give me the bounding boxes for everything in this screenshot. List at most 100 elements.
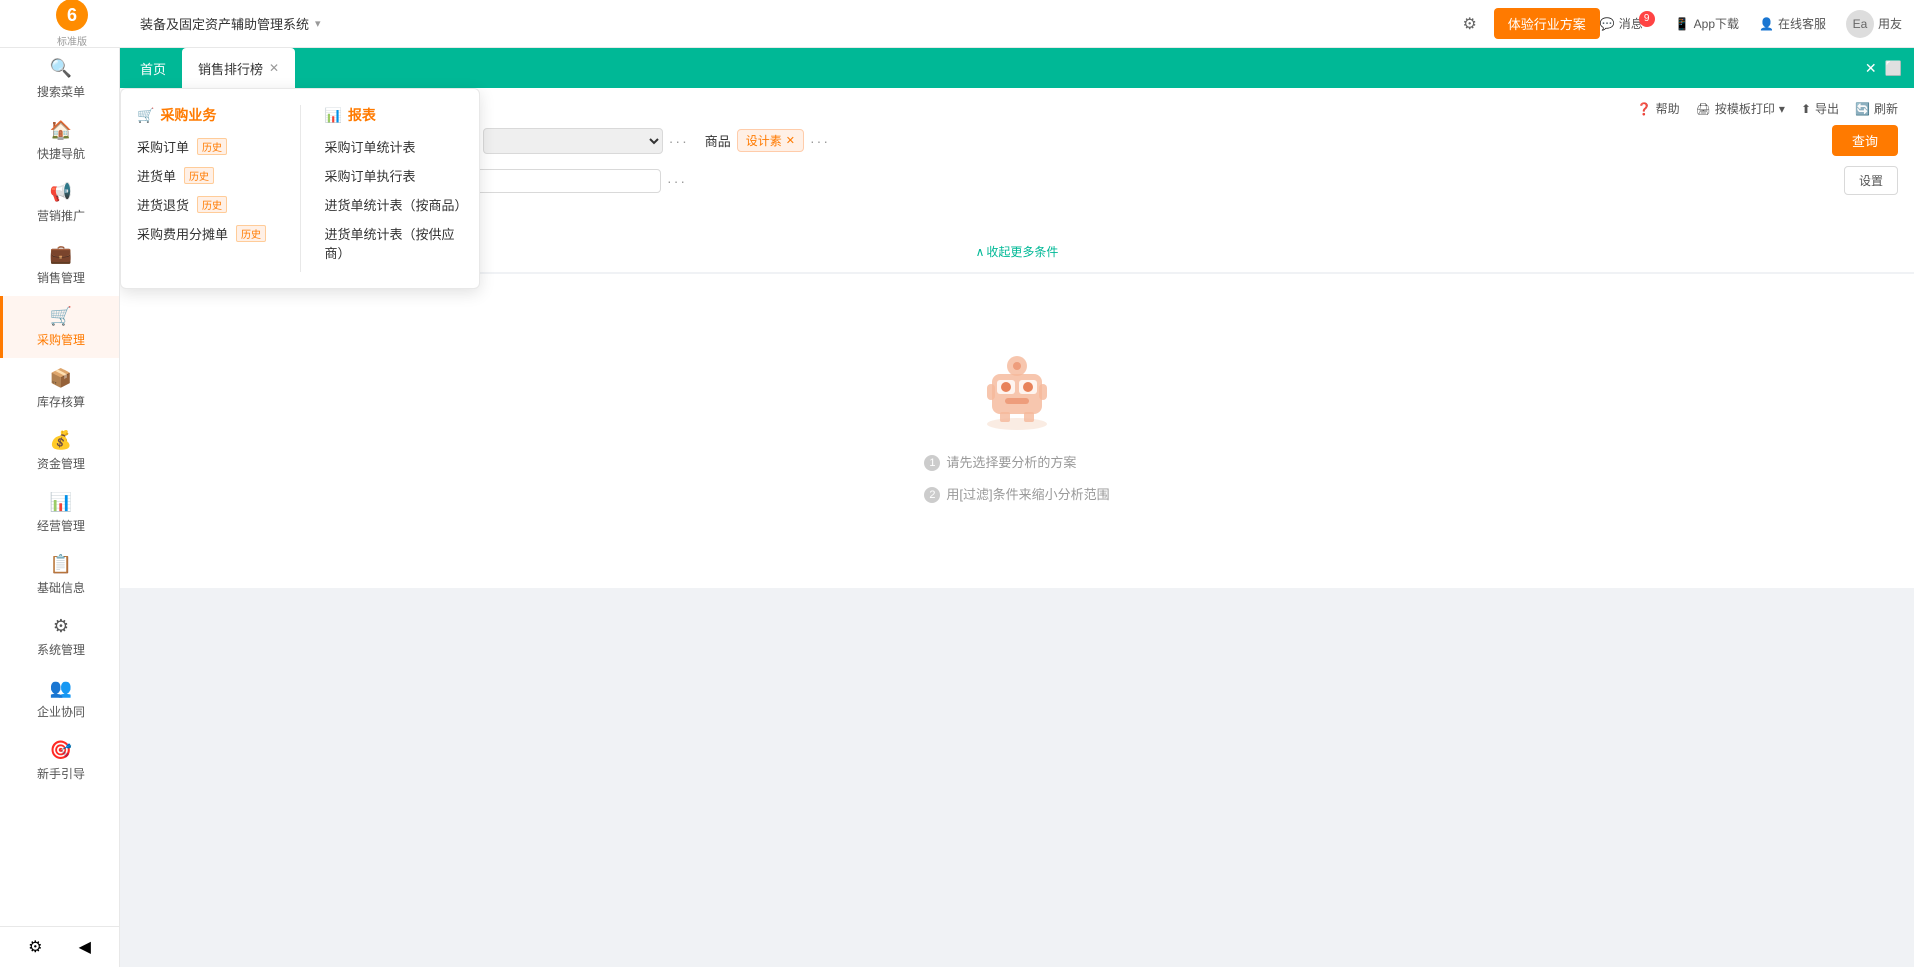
menu-item-expense[interactable]: 采购费用分摊单 历史: [137, 224, 276, 243]
tab-bar: 首页 销售排行榜 ✕ ✕ ⬜ 🛒 采购业务 采购订单: [120, 48, 1914, 88]
finance-icon: 💰: [50, 430, 72, 451]
hint-step-2: 2 用[过滤]条件来缩小分析范围: [924, 482, 1109, 508]
system-icon: ⚙: [53, 616, 69, 637]
collapse-arrow-icon: ∧: [976, 245, 985, 259]
query-btn[interactable]: 查询: [1832, 125, 1898, 156]
sidebar-item-system[interactable]: ⚙ 系统管理: [0, 606, 119, 668]
menu-item-inbound-by-goods[interactable]: 进货单统计表（按商品）: [325, 195, 464, 214]
salesman-dots[interactable]: ···: [667, 173, 687, 189]
goods-dots[interactable]: ···: [810, 133, 830, 149]
user-action[interactable]: Ea 用友: [1846, 10, 1902, 38]
logo-icon: 6: [56, 0, 88, 31]
sidebar-item-inventory[interactable]: 📦 库存核算: [0, 358, 119, 420]
sidebar-label-basic: 基础信息: [37, 579, 85, 596]
user-label: 用友: [1878, 15, 1902, 32]
sidebar-item-marketing[interactable]: 📢 营销推广: [0, 172, 119, 234]
purchase-dropdown-menu: 🛒 采购业务 采购订单 历史 进货单 历史 进货退货 历史: [120, 88, 480, 289]
refresh-icon: 🔄: [1855, 102, 1870, 116]
menu-item-return[interactable]: 进货退货 历史: [137, 195, 276, 214]
main-layout: 🔍 搜索菜单 🏠 快捷导航 📢 营销推广 💼 销售管理 🛒 采购管理 📦 库存核…: [0, 48, 1914, 967]
sidebar-label-collab: 企业协同: [37, 703, 85, 720]
online-service-label: 在线客服: [1778, 15, 1826, 32]
purchase-report-column: 📊 报表 采购订单统计表 采购订单执行表 进货单统计表（按商品） 进货单统计表（…: [325, 105, 464, 272]
logo-area: 6 标准版: [12, 0, 132, 48]
print-btn[interactable]: 🖨 按模板打印 ▾: [1696, 100, 1785, 117]
online-service-action[interactable]: 👤 在线客服: [1759, 15, 1826, 32]
tab-home-label: 首页: [140, 59, 166, 78]
status-dots[interactable]: ···: [669, 133, 689, 149]
print-dropdown-icon[interactable]: ▾: [1779, 102, 1785, 116]
sidebar-item-guide[interactable]: 🎯 新手引导: [0, 730, 119, 792]
empty-text: 1 请先选择要分析的方案 2 用[过滤]条件来缩小分析范围: [924, 450, 1109, 508]
purchase-business-title: 🛒 采购业务: [137, 105, 276, 125]
purchase-icon: 🛒: [50, 306, 72, 327]
tab-maximize-icon[interactable]: ⬜: [1885, 60, 1902, 77]
sidebar-item-sales[interactable]: 💼 销售管理: [0, 234, 119, 296]
tab-close-icon[interactable]: ✕: [269, 61, 279, 75]
tab-home[interactable]: 首页: [124, 48, 182, 88]
marketing-icon: 📢: [50, 182, 72, 203]
sidebar-label-operations: 经营管理: [37, 517, 85, 534]
sidebar-item-finance[interactable]: 💰 资金管理: [0, 420, 119, 482]
goods-label: 商品: [705, 131, 731, 150]
history-badge-3: 历史: [197, 196, 227, 213]
goods-tag-close[interactable]: ✕: [786, 134, 795, 147]
purchase-business-icon: 🛒: [137, 107, 154, 124]
sidebar-label-sales: 销售管理: [37, 269, 85, 286]
sidebar-item-operations[interactable]: 📊 经营管理: [0, 482, 119, 544]
sidebar-item-collab[interactable]: 👥 企业协同: [0, 668, 119, 730]
tab-sales-rank-label: 销售排行榜: [198, 59, 263, 78]
goods-tag-label: 设计素: [746, 132, 782, 149]
sidebar-label-inventory: 库存核算: [37, 393, 85, 410]
phone-icon: 📱: [1675, 17, 1690, 31]
industry-btn[interactable]: 体验行业方案: [1494, 8, 1600, 39]
sidebar-item-basic[interactable]: 📋 基础信息: [0, 544, 119, 606]
collapse-btn[interactable]: ∧ 收起更多条件: [976, 243, 1059, 260]
sidebar-collapse-icon[interactable]: ◀: [79, 937, 91, 957]
purchase-business-column: 🛒 采购业务 采购订单 历史 进货单 历史 进货退货 历史: [137, 105, 276, 272]
sidebar-label-search: 搜索菜单: [37, 83, 85, 100]
guide-icon: 🎯: [50, 740, 72, 761]
export-btn[interactable]: ⬆ 导出: [1801, 100, 1839, 117]
dropdown-arrow-icon[interactable]: ▾: [315, 17, 321, 30]
goods-tag: 设计素 ✕: [737, 129, 804, 152]
menu-item-purchase-order[interactable]: 采购订单 历史: [137, 137, 276, 156]
status-select[interactable]: [483, 128, 663, 154]
help-icon: ❓: [1637, 102, 1652, 116]
refresh-btn[interactable]: 🔄 刷新: [1855, 100, 1898, 117]
message-icon: 💬: [1600, 17, 1615, 31]
sidebar-settings-icon[interactable]: ⚙: [28, 937, 42, 957]
operations-icon: 📊: [50, 492, 72, 513]
menu-item-order-exec[interactable]: 采购订单执行表: [325, 166, 464, 185]
message-badge: 9: [1639, 11, 1655, 27]
search-icon: 🔍: [50, 58, 72, 79]
sidebar-item-nav[interactable]: 🏠 快捷导航: [0, 110, 119, 172]
tab-sales-rank[interactable]: 销售排行榜 ✕: [182, 48, 295, 88]
salesman-input[interactable]: [461, 169, 661, 193]
menu-item-order-stats[interactable]: 采购订单统计表: [325, 137, 464, 156]
report-icon: 📊: [325, 107, 342, 124]
sidebar-label-system: 系统管理: [37, 641, 85, 658]
sidebar: 🔍 搜索菜单 🏠 快捷导航 📢 营销推广 💼 销售管理 🛒 采购管理 📦 库存核…: [0, 48, 120, 967]
sidebar-item-purchase[interactable]: 🛒 采购管理: [0, 296, 119, 358]
help-btn[interactable]: ❓ 帮助: [1637, 100, 1680, 117]
export-icon: ⬆: [1801, 102, 1811, 116]
sales-icon: 💼: [50, 244, 72, 265]
message-action[interactable]: 💬 消息 9: [1600, 15, 1655, 32]
nav-icon: 🏠: [50, 120, 72, 141]
sidebar-item-search[interactable]: 🔍 搜索菜单: [0, 48, 119, 110]
menu-item-inbound[interactable]: 进货单 历史: [137, 166, 276, 185]
print-icon: 🖨: [1696, 102, 1711, 116]
tab-bar-actions: ✕ ⬜: [1865, 60, 1910, 77]
sidebar-label-marketing: 营销推广: [37, 207, 85, 224]
empty-svg: [967, 354, 1067, 434]
app-download-action[interactable]: 📱 App下载: [1675, 15, 1739, 32]
filter-goods: 商品 设计素 ✕ ···: [705, 129, 830, 152]
menu-item-inbound-by-supplier[interactable]: 进货单统计表（按供应商）: [325, 224, 464, 262]
settings-small-btn[interactable]: 设置: [1844, 166, 1898, 195]
tab-close-window-icon[interactable]: ✕: [1865, 60, 1877, 77]
settings-icon-btn[interactable]: ⚙: [1456, 10, 1484, 38]
purchase-report-title: 📊 报表: [325, 105, 464, 125]
sidebar-label-purchase: 采购管理: [37, 331, 85, 348]
inventory-icon: 📦: [50, 368, 72, 389]
